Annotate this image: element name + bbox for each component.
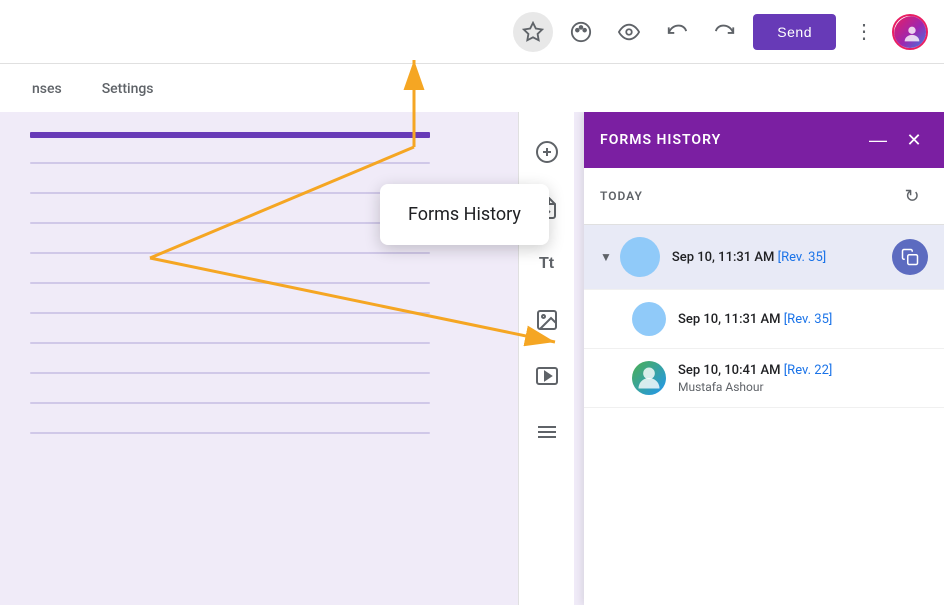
form-line bbox=[30, 312, 430, 314]
forms-history-button[interactable] bbox=[513, 12, 553, 52]
avatar bbox=[632, 302, 666, 336]
history-item-info: Sep 10, 10:41 AM [Rev. 22] Mustafa Ashou… bbox=[678, 363, 928, 394]
add-section-button[interactable] bbox=[527, 412, 567, 452]
history-item[interactable]: Sep 10, 10:41 AM [Rev. 22] Mustafa Ashou… bbox=[584, 349, 944, 408]
palette-button[interactable] bbox=[561, 12, 601, 52]
redo-button[interactable] bbox=[705, 12, 745, 52]
history-item-time: Sep 10, 11:31 AM [Rev. 35] bbox=[678, 312, 928, 327]
toolbar: Send ⋮ bbox=[0, 0, 944, 64]
history-item[interactable]: Sep 10, 11:31 AM [Rev. 35] bbox=[584, 290, 944, 349]
nav-tabs: nses Settings bbox=[0, 64, 944, 112]
more-button[interactable]: ⋮ bbox=[844, 12, 884, 52]
form-line bbox=[30, 192, 430, 194]
tab-responses[interactable]: nses bbox=[16, 69, 78, 112]
panel-header-actions: — ✕ bbox=[864, 126, 928, 154]
form-line bbox=[30, 252, 430, 254]
avatar bbox=[620, 237, 660, 277]
copy-button[interactable] bbox=[892, 239, 928, 275]
avatar-image bbox=[894, 16, 928, 50]
history-item-time: Sep 10, 10:41 AM [Rev. 22] bbox=[678, 363, 928, 378]
form-line bbox=[30, 432, 430, 434]
forms-history-tooltip: Forms History bbox=[380, 184, 549, 245]
add-title-button[interactable]: Tt bbox=[527, 244, 567, 284]
section-label: TODAY bbox=[600, 189, 643, 203]
form-line bbox=[30, 342, 430, 344]
form-line bbox=[30, 162, 430, 164]
history-item-time: Sep 10, 11:31 AM [Rev. 35] bbox=[672, 250, 892, 265]
panel-section-header: TODAY ↻ bbox=[584, 168, 944, 225]
form-line bbox=[30, 372, 430, 374]
expand-icon: ▼ bbox=[600, 250, 612, 264]
tab-settings[interactable]: Settings bbox=[86, 69, 170, 112]
refresh-icon: ↻ bbox=[904, 186, 919, 207]
main-area: Tt FORMS HISTORY bbox=[0, 112, 944, 605]
panel-header: FORMS HISTORY — ✕ bbox=[584, 112, 944, 168]
panel-title: FORMS HISTORY bbox=[600, 132, 721, 148]
form-line bbox=[30, 222, 430, 224]
send-button[interactable]: Send bbox=[753, 14, 836, 50]
panel-close-button[interactable]: ✕ bbox=[900, 126, 928, 154]
form-line bbox=[30, 402, 430, 404]
history-item-info: Sep 10, 11:31 AM [Rev. 35] bbox=[678, 312, 928, 327]
history-item-author: Mustafa Ashour bbox=[678, 380, 928, 394]
revision-badge: [Rev. 35] bbox=[778, 250, 827, 265]
add-image-button[interactable] bbox=[527, 300, 567, 340]
form-bar bbox=[30, 132, 430, 138]
panel-minimize-button[interactable]: — bbox=[864, 126, 892, 154]
preview-button[interactable] bbox=[609, 12, 649, 52]
forms-history-panel: FORMS HISTORY — ✕ TODAY ↻ ▼ bbox=[584, 112, 944, 605]
refresh-button[interactable]: ↻ bbox=[896, 180, 928, 212]
form-line bbox=[30, 282, 430, 284]
history-item-info: Sep 10, 11:31 AM [Rev. 35] bbox=[672, 250, 892, 265]
add-video-button[interactable] bbox=[527, 356, 567, 396]
avatar[interactable] bbox=[892, 14, 928, 50]
revision-badge: [Rev. 22] bbox=[784, 363, 833, 378]
revision-badge: [Rev. 35] bbox=[784, 312, 833, 327]
undo-button[interactable] bbox=[657, 12, 697, 52]
add-question-button[interactable] bbox=[527, 132, 567, 172]
history-item[interactable]: ▼ Sep 10, 11:31 AM [Rev. 35] bbox=[584, 225, 944, 290]
avatar bbox=[632, 361, 666, 395]
